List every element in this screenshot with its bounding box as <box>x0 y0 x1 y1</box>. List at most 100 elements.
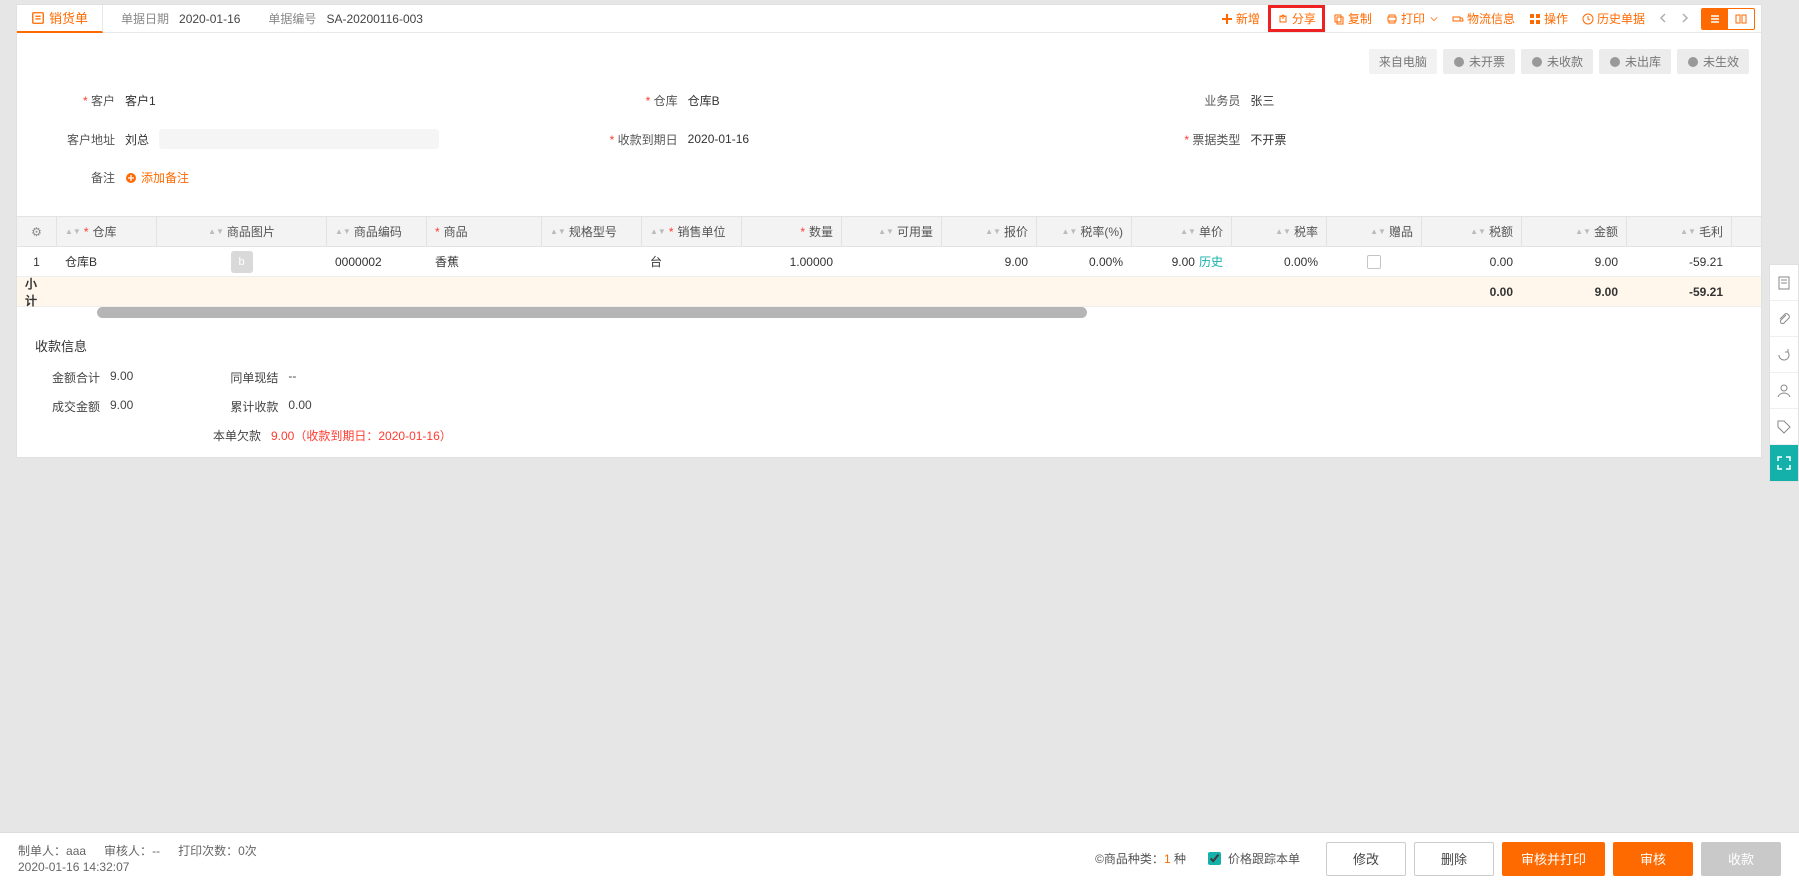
status-unpaid[interactable]: 未收款 <box>1521 49 1593 74</box>
note-icon <box>1776 275 1792 291</box>
col-taxratepct[interactable]: ▲▼税率(%) <box>1037 217 1132 246</box>
copy-button[interactable]: 复制 <box>1327 8 1378 29</box>
remark-label: 备注 <box>45 169 115 186</box>
subtotal-row: 小计 0.00 9.00 -59.21 <box>17 277 1761 307</box>
row-taxrate: 0.00% <box>1232 247 1327 276</box>
row-unit: 台 <box>642 247 742 276</box>
rtool-attach-button[interactable] <box>1770 301 1798 337</box>
info-icon <box>1609 56 1621 68</box>
tab-sales-order[interactable]: 销货单 <box>17 5 103 33</box>
warehouse-label: 仓库 <box>608 92 678 109</box>
attachment-icon <box>1776 311 1792 327</box>
table-row[interactable]: 1 仓库B b 0000002 香蕉 台 1.00000 9.00 0.00% … <box>17 247 1761 277</box>
rtool-note-button[interactable] <box>1770 265 1798 301</box>
address-label: 客户地址 <box>45 131 115 148</box>
col-image[interactable]: ▲▼商品图片 <box>157 217 327 246</box>
row-price: 9.00历史 <box>1132 247 1232 276</box>
rtool-tag-button[interactable] <box>1770 409 1798 445</box>
subtotal-amount: 9.00 <box>1522 277 1627 306</box>
status-row: 来自电脑 未开票 未收款 未出库 未生效 <box>17 33 1761 74</box>
col-amount[interactable]: ▲▼金额 <box>1522 217 1627 246</box>
row-name: 香蕉 <box>427 247 542 276</box>
auditor-value: -- <box>152 844 160 858</box>
row-taxratepct: 0.00% <box>1037 247 1132 276</box>
table-horizontal-scrollbar[interactable] <box>17 307 1761 318</box>
customer-label: 客户 <box>45 92 115 109</box>
doc-code-value: SA-20200116-003 <box>326 12 423 26</box>
share-icon <box>1277 13 1289 25</box>
history-button[interactable]: 历史单据 <box>1576 8 1651 29</box>
col-gift[interactable]: ▲▼赠品 <box>1327 217 1422 246</box>
header-meta: 单据日期 2020-01-16 单据编号 SA-20200116-003 <box>121 10 423 27</box>
row-index: 1 <box>17 247 57 276</box>
col-quote[interactable]: ▲▼报价 <box>942 217 1037 246</box>
col-price[interactable]: ▲▼单价 <box>1132 217 1232 246</box>
status-inactive[interactable]: 未生效 <box>1677 49 1749 74</box>
cum-label: 累计收款 <box>213 398 278 415</box>
rtool-expand-button[interactable] <box>1770 445 1798 481</box>
gear-icon[interactable]: ⚙ <box>31 225 42 239</box>
info-icon <box>1687 56 1699 68</box>
grid-icon <box>1529 13 1541 25</box>
next-button[interactable] <box>1675 10 1695 28</box>
table-header: ⚙ ▲▼*仓库 ▲▼商品图片 ▲▼商品编码 *商品 ▲▼规格型号 ▲▼*销售单位… <box>17 217 1761 247</box>
col-profit[interactable]: ▲▼毛利 <box>1627 217 1732 246</box>
prev-button[interactable] <box>1653 10 1673 28</box>
edit-button[interactable]: 修改 <box>1326 842 1406 876</box>
new-button[interactable]: 新增 <box>1215 8 1266 29</box>
col-code[interactable]: ▲▼商品编码 <box>327 217 427 246</box>
gift-checkbox[interactable] <box>1367 255 1381 269</box>
col-taxamt[interactable]: ▲▼税额 <box>1422 217 1522 246</box>
footer-meta: ©商品种类：1 种 价格跟踪本单 <box>1095 849 1300 868</box>
main-card: 销货单 单据日期 2020-01-16 单据编号 SA-20200116-003… <box>16 4 1762 458</box>
total-label: 金额合计 <box>35 369 100 386</box>
col-taxrate[interactable]: ▲▼税率 <box>1232 217 1327 246</box>
info-icon <box>1453 56 1465 68</box>
price-history-link[interactable]: 历史 <box>1199 253 1223 270</box>
col-avail[interactable]: ▲▼可用量 <box>842 217 942 246</box>
address-value: 刘总 <box>125 131 149 148</box>
audit-print-button[interactable]: 审核并打印 <box>1502 842 1605 876</box>
rtool-user-button[interactable] <box>1770 373 1798 409</box>
delete-button[interactable]: 删除 <box>1414 842 1494 876</box>
card-icon <box>1735 13 1747 25</box>
col-qty[interactable]: *数量 <box>742 217 842 246</box>
status-source: 来自电脑 <box>1369 49 1437 74</box>
plus-icon <box>1221 13 1233 25</box>
header-actions: 新增 分享 复制 打印 物流信息 操作 历史单据 <box>1215 5 1761 33</box>
logistics-button[interactable]: 物流信息 <box>1446 8 1521 29</box>
add-remark-button[interactable]: 添加备注 <box>125 169 189 186</box>
product-image-placeholder[interactable]: b <box>231 251 253 273</box>
address-blurred <box>159 129 439 149</box>
ops-button[interactable]: 操作 <box>1523 8 1574 29</box>
share-button[interactable]: 分享 <box>1268 5 1325 32</box>
pay-button[interactable]: 收款 <box>1701 842 1781 876</box>
status-uninvoiced[interactable]: 未开票 <box>1443 49 1515 74</box>
owed-value: 9.00（收款到期日：2020-01-16） <box>271 427 452 444</box>
doc-code-label: 单据编号 <box>268 10 316 27</box>
col-unit[interactable]: ▲▼*销售单位 <box>642 217 742 246</box>
row-profit: -59.21 <box>1627 247 1732 276</box>
price-follow-checkbox[interactable]: 价格跟踪本单 <box>1204 849 1300 868</box>
payment-title: 收款信息 <box>35 336 1743 355</box>
view-card-button[interactable] <box>1728 9 1754 29</box>
deal-label: 成交金额 <box>35 398 100 415</box>
deal-value: 9.00 <box>110 398 133 415</box>
print-button[interactable]: 打印 <box>1380 8 1444 29</box>
invtype-value: 不开票 <box>1250 131 1286 148</box>
subtotal-taxamt: 0.00 <box>1422 277 1522 306</box>
status-unshipped[interactable]: 未出库 <box>1599 49 1671 74</box>
footer-info: 制单人：aaa 审核人：-- 打印次数：0次 2020-01-16 14:32:… <box>18 843 257 875</box>
col-warehouse[interactable]: ▲▼*仓库 <box>57 217 157 246</box>
history-icon <box>1582 13 1594 25</box>
doc-date-value: 2020-01-16 <box>179 12 240 26</box>
rtool-refresh-button[interactable] <box>1770 337 1798 373</box>
col-product[interactable]: *商品 <box>427 217 542 246</box>
row-amount: 9.00 <box>1522 247 1627 276</box>
col-spec[interactable]: ▲▼规格型号 <box>542 217 642 246</box>
salesman-value: 张三 <box>1250 92 1274 109</box>
audit-button[interactable]: 审核 <box>1613 842 1693 876</box>
settle-value: -- <box>288 369 296 386</box>
view-list-button[interactable] <box>1702 9 1728 29</box>
due-label: 收款到期日 <box>608 131 678 148</box>
